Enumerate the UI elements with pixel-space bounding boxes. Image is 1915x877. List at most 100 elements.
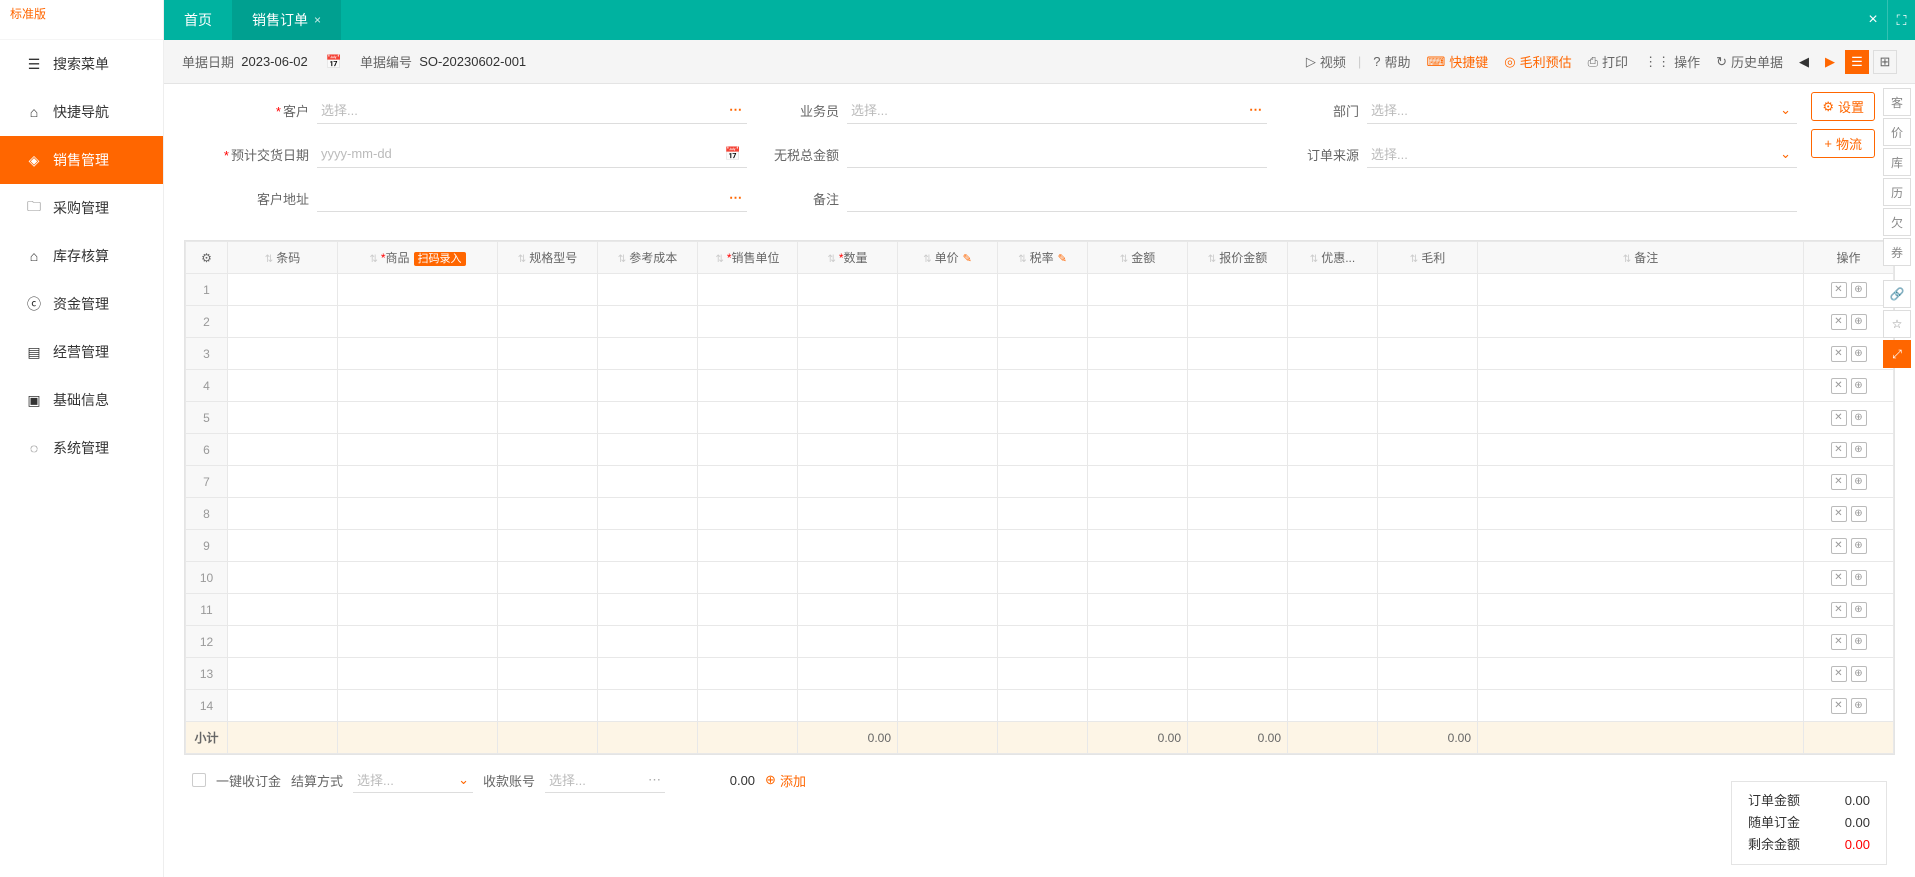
delivery-date-input[interactable]: yyyy-mm-dd📅 bbox=[317, 140, 747, 168]
col-quote[interactable]: ⇅报价金额 bbox=[1188, 242, 1288, 274]
delete-row-icon[interactable]: ✕ bbox=[1831, 314, 1847, 330]
copy-row-icon[interactable]: ⊕ bbox=[1851, 698, 1867, 714]
operate-button[interactable]: ⋮⋮操作 bbox=[1638, 50, 1706, 73]
chevron-down-icon[interactable]: ⌄ bbox=[1780, 102, 1791, 118]
col-barcode[interactable]: ⇅条码 bbox=[228, 242, 338, 274]
delete-row-icon[interactable]: ✕ bbox=[1831, 634, 1847, 650]
sidebar-item-search[interactable]: ☰ 搜索菜单 bbox=[0, 40, 163, 88]
table-row[interactable]: 10✕⊕ bbox=[186, 562, 1894, 594]
copy-row-icon[interactable]: ⊕ bbox=[1851, 634, 1867, 650]
table-row[interactable]: 7✕⊕ bbox=[186, 466, 1894, 498]
col-product[interactable]: ⇅*商品扫码录入 bbox=[338, 242, 498, 274]
table-row[interactable]: 4✕⊕ bbox=[186, 370, 1894, 402]
view-form-button[interactable]: ☰ bbox=[1845, 50, 1869, 74]
col-profit[interactable]: ⇅毛利 bbox=[1378, 242, 1478, 274]
copy-row-icon[interactable]: ⊕ bbox=[1851, 442, 1867, 458]
rail-favorite-icon[interactable]: ☆ bbox=[1883, 310, 1911, 338]
calendar-icon[interactable]: 📅 bbox=[725, 146, 741, 162]
shortcut-button[interactable]: ⌨快捷键 bbox=[1421, 50, 1495, 73]
remark-input[interactable] bbox=[847, 184, 1797, 212]
video-button[interactable]: ▷视频 bbox=[1300, 50, 1352, 73]
col-taxrate[interactable]: ⇅税率✎ bbox=[998, 242, 1088, 274]
copy-row-icon[interactable]: ⊕ bbox=[1851, 314, 1867, 330]
deposit-checkbox[interactable] bbox=[192, 773, 206, 787]
sidebar-item-system[interactable]: ◌ 系统管理 bbox=[0, 424, 163, 472]
copy-row-icon[interactable]: ⊕ bbox=[1851, 378, 1867, 394]
rail-customer[interactable]: 客 bbox=[1883, 88, 1911, 116]
account-select[interactable]: 选择...⋯ bbox=[545, 767, 665, 793]
rail-expand-icon[interactable]: ⤢ bbox=[1883, 340, 1911, 368]
close-icon[interactable]: × bbox=[314, 13, 321, 27]
col-remark[interactable]: ⇅备注 bbox=[1478, 242, 1804, 274]
rail-stock[interactable]: 库 bbox=[1883, 148, 1911, 176]
dept-select[interactable]: 选择...⌄ bbox=[1367, 96, 1797, 124]
rail-price[interactable]: 价 bbox=[1883, 118, 1911, 146]
delete-row-icon[interactable]: ✕ bbox=[1831, 666, 1847, 682]
copy-row-icon[interactable]: ⊕ bbox=[1851, 506, 1867, 522]
tab-sales-order[interactable]: 销售订单 × bbox=[232, 0, 341, 40]
delete-row-icon[interactable]: ✕ bbox=[1831, 346, 1847, 362]
more-icon[interactable]: ⋯ bbox=[1249, 102, 1263, 118]
copy-row-icon[interactable]: ⊕ bbox=[1851, 666, 1867, 682]
rail-coupon[interactable]: 券 bbox=[1883, 238, 1911, 266]
table-row[interactable]: 3✕⊕ bbox=[186, 338, 1894, 370]
copy-row-icon[interactable]: ⊕ bbox=[1851, 570, 1867, 586]
table-row[interactable]: 14✕⊕ bbox=[186, 690, 1894, 722]
table-row[interactable]: 11✕⊕ bbox=[186, 594, 1894, 626]
tabbar-close-button[interactable]: × bbox=[1859, 0, 1887, 40]
delete-row-icon[interactable]: ✕ bbox=[1831, 282, 1847, 298]
table-row[interactable]: 2✕⊕ bbox=[186, 306, 1894, 338]
more-icon[interactable]: ⋯ bbox=[729, 102, 743, 118]
table-row[interactable]: 12✕⊕ bbox=[186, 626, 1894, 658]
print-button[interactable]: ⎙打印 bbox=[1582, 50, 1634, 73]
source-select[interactable]: 选择...⌄ bbox=[1367, 140, 1797, 168]
delete-row-icon[interactable]: ✕ bbox=[1831, 570, 1847, 586]
edit-icon[interactable]: ✎ bbox=[963, 253, 972, 265]
rail-owe[interactable]: 欠 bbox=[1883, 208, 1911, 236]
delete-row-icon[interactable]: ✕ bbox=[1831, 538, 1847, 554]
copy-row-icon[interactable]: ⊕ bbox=[1851, 346, 1867, 362]
col-gear[interactable]: ⚙ bbox=[186, 242, 228, 274]
table-row[interactable]: 6✕⊕ bbox=[186, 434, 1894, 466]
copy-row-icon[interactable]: ⊕ bbox=[1851, 410, 1867, 426]
more-icon[interactable]: ⋯ bbox=[729, 190, 743, 206]
delete-row-icon[interactable]: ✕ bbox=[1831, 378, 1847, 394]
col-amount[interactable]: ⇅金额 bbox=[1088, 242, 1188, 274]
col-price[interactable]: ⇅单价✎ bbox=[898, 242, 998, 274]
table-row[interactable]: 5✕⊕ bbox=[186, 402, 1894, 434]
sidebar-item-sales[interactable]: ◈ 销售管理 bbox=[0, 136, 163, 184]
delete-row-icon[interactable]: ✕ bbox=[1831, 442, 1847, 458]
doc-date-value[interactable]: 2023-06-02 bbox=[241, 54, 308, 69]
tab-home[interactable]: 首页 bbox=[164, 0, 232, 40]
col-unit[interactable]: ⇅*销售单位 bbox=[698, 242, 798, 274]
scan-tag[interactable]: 扫码录入 bbox=[414, 252, 466, 266]
copy-row-icon[interactable]: ⊕ bbox=[1851, 474, 1867, 490]
add-button[interactable]: ⊕添加 bbox=[765, 771, 806, 790]
sidebar-item-info[interactable]: ▣ 基础信息 bbox=[0, 376, 163, 424]
copy-row-icon[interactable]: ⊕ bbox=[1851, 602, 1867, 618]
delete-row-icon[interactable]: ✕ bbox=[1831, 410, 1847, 426]
settings-button[interactable]: ⚙设置 bbox=[1811, 92, 1875, 121]
calendar-icon[interactable]: 📅 bbox=[326, 54, 342, 70]
delete-row-icon[interactable]: ✕ bbox=[1831, 698, 1847, 714]
col-refcost[interactable]: ⇅参考成本 bbox=[598, 242, 698, 274]
next-doc-button[interactable]: ▶ bbox=[1819, 52, 1841, 72]
table-row[interactable]: 13✕⊕ bbox=[186, 658, 1894, 690]
salesman-select[interactable]: 选择...⋯ bbox=[847, 96, 1267, 124]
col-spec[interactable]: ⇅规格型号 bbox=[498, 242, 598, 274]
delete-row-icon[interactable]: ✕ bbox=[1831, 474, 1847, 490]
amount-input[interactable] bbox=[847, 140, 1267, 168]
sidebar-item-money[interactable]: ⓒ 资金管理 bbox=[0, 280, 163, 328]
table-row[interactable]: 8✕⊕ bbox=[186, 498, 1894, 530]
settle-select[interactable]: 选择...⌄ bbox=[353, 767, 473, 793]
table-row[interactable]: 9✕⊕ bbox=[186, 530, 1894, 562]
view-list-button[interactable]: ⊞ bbox=[1873, 50, 1897, 74]
copy-row-icon[interactable]: ⊕ bbox=[1851, 282, 1867, 298]
sidebar-item-purchase[interactable]: 🗀 采购管理 bbox=[0, 184, 163, 232]
sidebar-item-quicknav[interactable]: ⌂ 快捷导航 bbox=[0, 88, 163, 136]
copy-row-icon[interactable]: ⊕ bbox=[1851, 538, 1867, 554]
logistics-button[interactable]: +物流 bbox=[1811, 129, 1875, 158]
profit-button[interactable]: ◎毛利预估 bbox=[1498, 50, 1577, 73]
prev-doc-button[interactable]: ◀ bbox=[1793, 52, 1815, 72]
chevron-down-icon[interactable]: ⌄ bbox=[1780, 146, 1791, 162]
